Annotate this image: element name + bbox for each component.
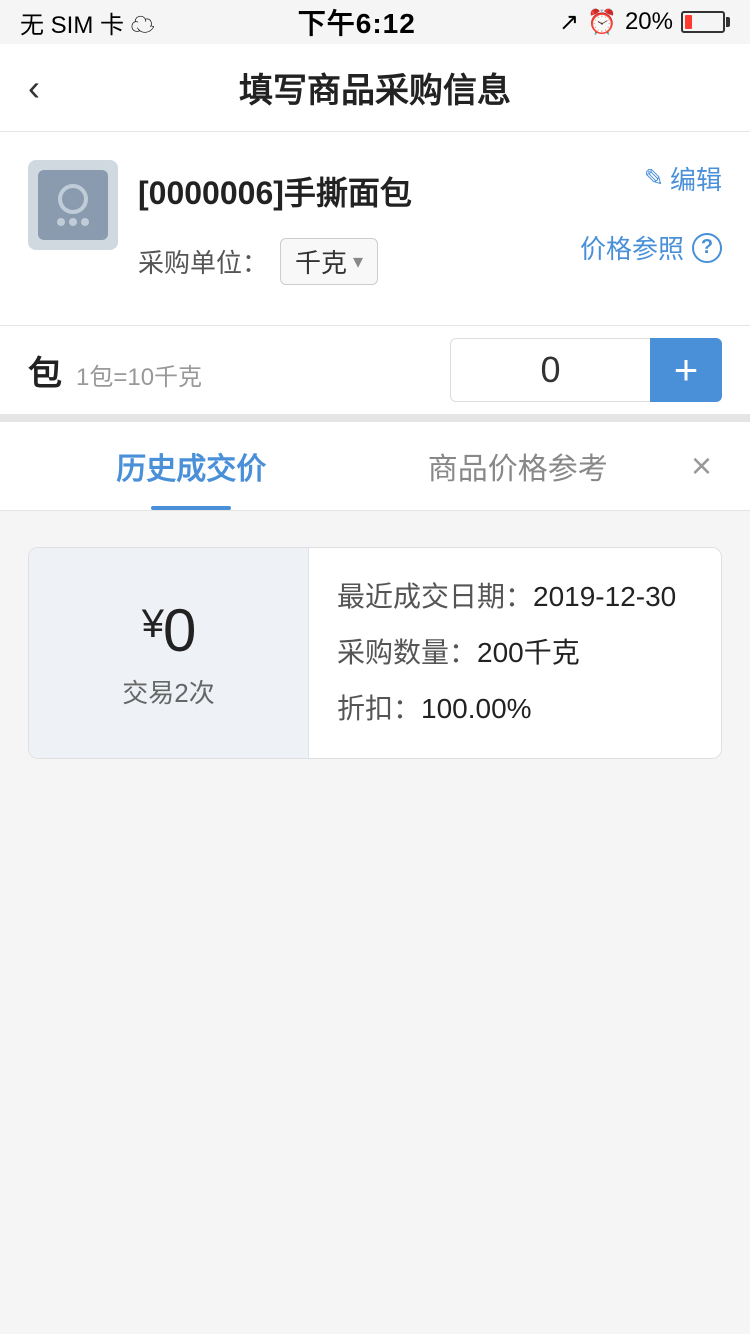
price-amount: ¥0 [142,596,196,665]
quantity-row: 采购数量：200千克 [337,632,693,674]
price-reference-button[interactable]: 价格参照 ? [580,229,722,266]
alarm-icon: ⏰ [587,8,617,37]
status-time: 下午6:12 [298,2,416,42]
quantity-label: 采购数量： [337,637,477,668]
battery-percent: 20% [625,8,673,36]
back-button[interactable]: ‹ [28,67,40,109]
product-card: [0000006]手撕面包 采购单位： 千克 ▾ ✎ 编辑 价格参照 ? [0,132,750,326]
status-left: 无 SIM 卡 ☁ [20,5,155,40]
tab-history-price[interactable]: 历史成交价 [28,422,354,510]
edit-icon: ✎ [644,164,664,193]
close-button[interactable]: × [681,445,722,487]
page-title: 填写商品采购信息 [239,63,511,112]
product-thumbnail [28,160,118,250]
quantity-increment-button[interactable]: + [650,338,722,402]
discount-value: 100.00% [421,693,532,724]
quantity-value: 200千克 [477,637,580,668]
currency-symbol: ¥ [142,602,163,647]
nav-bar: ‹ 填写商品采购信息 [0,44,750,132]
product-name: [0000006]手撕面包 [138,168,412,214]
quantity-unit: 包 [28,346,62,395]
unit-selector[interactable]: 千克 ▾ [280,238,378,285]
status-bar: 无 SIM 卡 ☁ 下午6:12 ↗ ⏰ 20% [0,0,750,44]
chevron-down-icon: ▾ [353,249,363,274]
price-details: 最近成交日期：2019-12-30 采购数量：200千克 折扣：100.00% [309,548,721,758]
quantity-section: 包 1包=10千克 0 + [0,326,750,422]
trade-count: 交易2次 [122,673,214,710]
price-summary: ¥0 交易2次 [29,548,309,758]
recent-date-row: 最近成交日期：2019-12-30 [337,576,693,618]
status-right: ↗ ⏰ 20% [559,8,730,37]
no-sim-text: 无 SIM 卡 ☁ [20,5,155,40]
recent-date-value: 2019-12-30 [533,581,676,612]
unit-label: 采购单位： [138,243,268,280]
edit-button[interactable]: ✎ 编辑 [644,160,722,197]
quantity-input[interactable]: 0 [450,338,650,402]
content-area: ¥0 交易2次 最近成交日期：2019-12-30 采购数量：200千克 折扣：… [0,511,750,795]
tab-product-price-reference[interactable]: 商品价格参考 [354,422,680,510]
price-card: ¥0 交易2次 最近成交日期：2019-12-30 采购数量：200千克 折扣：… [28,547,722,759]
discount-row: 折扣：100.00% [337,688,693,730]
battery-icon [681,11,730,33]
location-icon: ↗ [559,8,579,37]
recent-date-label: 最近成交日期： [337,581,533,612]
tabs-bar: 历史成交价 商品价格参考 × [0,422,750,511]
unit-value: 千克 [295,243,347,280]
discount-label: 折扣： [337,693,421,724]
unit-conversion: 1包=10千克 [76,357,202,392]
question-icon: ? [692,233,722,263]
